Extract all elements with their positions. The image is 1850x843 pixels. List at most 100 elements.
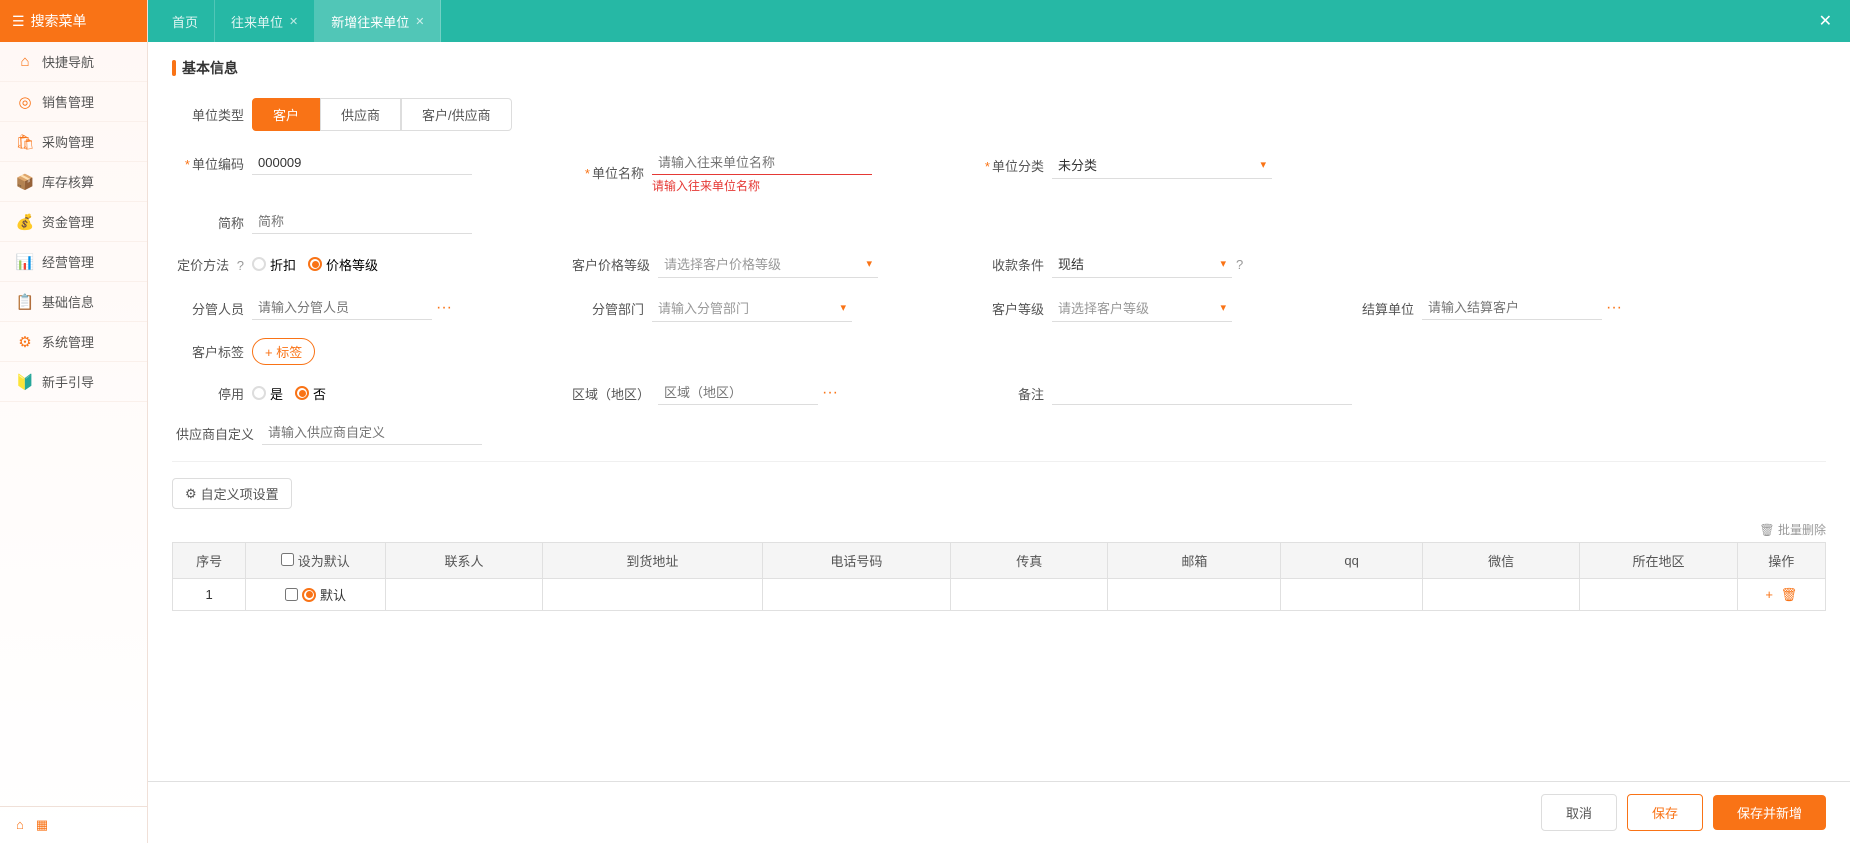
qq-input[interactable]	[1317, 587, 1387, 602]
disable-label: 停用	[172, 384, 252, 403]
supplier-custom-input[interactable]	[262, 421, 482, 445]
sidebar-item-system[interactable]: ⚙ 系统管理	[0, 322, 147, 362]
contact-input[interactable]	[424, 587, 504, 602]
section-title-label: 基本信息	[182, 58, 238, 78]
select-all-checkbox[interactable]	[281, 553, 294, 566]
sidebar-search[interactable]: ☰ 搜索菜单	[0, 0, 147, 42]
unit-type-label: 单位类型	[172, 105, 252, 124]
tab-home[interactable]: 首页	[156, 0, 215, 42]
sidebar-item-label: 系统管理	[42, 332, 94, 351]
unit-code-input[interactable]	[252, 151, 472, 175]
fax-input[interactable]	[989, 587, 1069, 602]
unit-category-arrow: ▾	[1260, 158, 1266, 171]
sidebar-item-label: 新手引导	[42, 372, 94, 391]
tab-new-trading-unit[interactable]: 新增往来单位 ✕	[315, 0, 441, 42]
sidebar-bars-icon[interactable]: ▦	[36, 817, 48, 833]
section-title: 基本信息	[172, 58, 1826, 78]
custom-settings-button[interactable]: ⚙ 自定义项设置	[172, 478, 292, 509]
region-input[interactable]	[658, 381, 818, 405]
cell-qq[interactable]	[1281, 579, 1423, 611]
settlement-unit-input[interactable]	[1422, 296, 1602, 320]
cancel-button[interactable]: 取消	[1541, 794, 1617, 831]
save-new-button[interactable]: 保存并新增	[1713, 795, 1826, 830]
cell-phone[interactable]	[762, 579, 950, 611]
cell-email[interactable]	[1108, 579, 1281, 611]
tab-home-label: 首页	[172, 12, 198, 31]
address-input[interactable]	[592, 587, 712, 602]
customer-price-level-select[interactable]: 请选择客户价格等级 ▾	[658, 250, 878, 278]
unit-type-supplier-btn[interactable]: 供应商	[320, 98, 401, 131]
region-more-btn[interactable]: ···	[818, 384, 842, 402]
email-input[interactable]	[1149, 587, 1239, 602]
sidebar-item-guide[interactable]: 🔰 新手引导	[0, 362, 147, 402]
row-checkbox[interactable]	[285, 588, 298, 601]
table-header-row: 序号 设为默认 联系人 到货地址 电话号码 传真 邮箱 qq 微信 所在地区 操…	[173, 543, 1826, 579]
sidebar-item-operations[interactable]: 📊 经营管理	[0, 242, 147, 282]
phone-input[interactable]	[806, 587, 906, 602]
department-select[interactable]: 请输入分管部门 ▾	[652, 294, 852, 322]
manager-field: 分管人员 ···	[172, 296, 552, 320]
tab-new-trading-unit-close[interactable]: ✕	[415, 15, 424, 28]
short-name-input[interactable]	[252, 210, 472, 234]
unit-type-customer-btn[interactable]: 客户	[252, 98, 320, 131]
sidebar-item-label: 基础信息	[42, 292, 94, 311]
page-content: 基本信息 单位类型 客户 供应商 客户/供应商 *单位编码 *单位名称	[148, 42, 1850, 781]
tab-trading-units[interactable]: 往来单位 ✕	[215, 0, 315, 42]
disable-radio-group: 是 否	[252, 384, 326, 403]
unit-category-select[interactable]: 未分类 ▾	[1052, 151, 1272, 179]
location-input[interactable]	[1618, 587, 1698, 602]
default-cell-wrap: 默认	[256, 585, 375, 604]
customer-price-level-arrow: ▾	[866, 257, 872, 270]
add-row-icon[interactable]: +	[1765, 587, 1773, 602]
manager-more-btn[interactable]: ···	[432, 299, 456, 317]
sidebar-item-finance[interactable]: 💰 资金管理	[0, 202, 147, 242]
pricing-help-icon[interactable]: ?	[237, 258, 244, 273]
cell-address[interactable]	[543, 579, 763, 611]
unit-name-wrap: 请输入往来单位名称	[652, 151, 872, 194]
sidebar-item-label: 快捷导航	[42, 52, 94, 71]
remark-input[interactable]	[1052, 381, 1352, 405]
settlement-unit-more-btn[interactable]: ···	[1602, 299, 1626, 317]
batch-delete-row: 🗑 批量删除	[172, 521, 1826, 542]
custom-settings-label: 自定义项设置	[201, 484, 279, 503]
payment-help-icon[interactable]: ?	[1236, 257, 1243, 272]
cell-default: 默认	[246, 579, 386, 611]
pricing-radio-group: 折扣 价格等级	[252, 255, 378, 274]
delete-row-icon[interactable]: 🗑	[1781, 587, 1798, 602]
add-tag-button[interactable]: + 标签	[252, 338, 315, 365]
table-body: 1 默认	[173, 579, 1826, 611]
cell-wechat[interactable]	[1423, 579, 1580, 611]
unit-type-both-btn[interactable]: 客户/供应商	[401, 98, 512, 131]
unit-name-input[interactable]	[652, 151, 872, 175]
sidebar-item-sales[interactable]: ◎ 销售管理	[0, 82, 147, 122]
radio-yes-circle	[252, 386, 266, 400]
sidebar-home-icon[interactable]: ⌂	[16, 817, 24, 833]
payment-terms-arrow: ▾	[1220, 257, 1226, 270]
cell-fax[interactable]	[951, 579, 1108, 611]
sidebar-item-basic[interactable]: 📋 基础信息	[0, 282, 147, 322]
customer-level-select[interactable]: 请选择客户等级 ▾	[1052, 294, 1232, 322]
cell-contact[interactable]	[385, 579, 542, 611]
save-button[interactable]: 保存	[1627, 794, 1703, 831]
main-content: 首页 往来单位 ✕ 新增往来单位 ✕ ✕ 基本信息 单位类型 客户 供应商 客户…	[148, 0, 1850, 843]
operations-icon: 📊	[16, 253, 34, 271]
radio-price-level[interactable]: 价格等级	[308, 255, 378, 274]
batch-delete-button[interactable]: 🗑 批量删除	[1759, 521, 1826, 538]
col-email: 邮箱	[1108, 543, 1281, 579]
tab-trading-units-close[interactable]: ✕	[289, 15, 298, 28]
basic-icon: 📋	[16, 293, 34, 311]
tab-close-all-button[interactable]: ✕	[1809, 11, 1842, 31]
sidebar-item-purchase[interactable]: 🛍 采购管理	[0, 122, 147, 162]
radio-yes[interactable]: 是	[252, 384, 283, 403]
radio-discount[interactable]: 折扣	[252, 255, 296, 274]
sidebar-item-quick-nav[interactable]: ⌂ 快捷导航	[0, 42, 147, 82]
manager-input[interactable]	[252, 296, 432, 320]
default-radio[interactable]: 默认	[302, 585, 346, 604]
payment-terms-select[interactable]: 现结 ▾	[1052, 250, 1232, 278]
cell-location[interactable]	[1580, 579, 1737, 611]
sidebar-item-inventory[interactable]: 📦 库存核算	[0, 162, 147, 202]
wechat-input[interactable]	[1461, 587, 1541, 602]
radio-no[interactable]: 否	[295, 384, 326, 403]
customer-level-label: 客户等级	[972, 299, 1052, 318]
radio-price-level-label: 价格等级	[326, 255, 378, 274]
